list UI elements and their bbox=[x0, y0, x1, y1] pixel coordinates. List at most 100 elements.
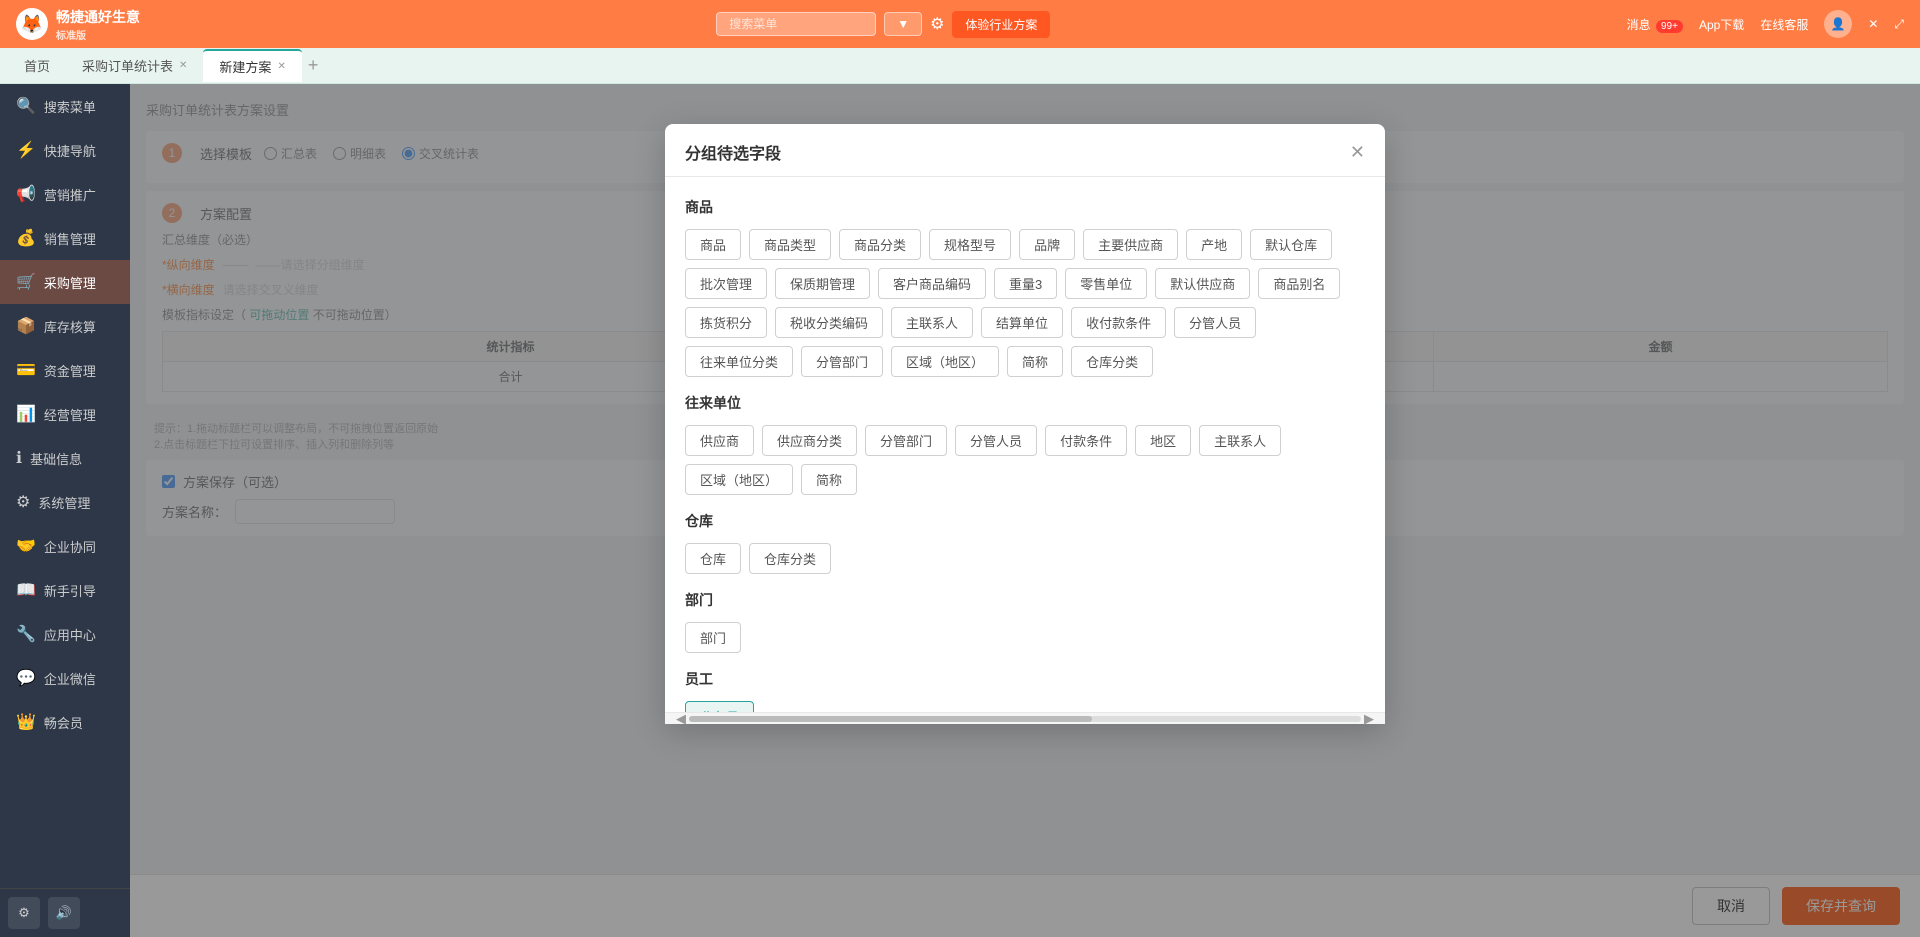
field-tag-wh-1[interactable]: 仓库分类 bbox=[749, 543, 831, 574]
section-title-employee: 员工 bbox=[685, 669, 1365, 689]
trial-btn[interactable]: 体验行业方案 bbox=[952, 11, 1050, 38]
basic-info-icon: ℹ bbox=[16, 448, 22, 468]
field-tag-wh-0[interactable]: 仓库 bbox=[685, 543, 741, 574]
scroll-left-btn[interactable]: ◀ bbox=[673, 711, 689, 727]
sidebar-bottom: ⚙ 🔊 bbox=[0, 888, 130, 937]
field-tag-cp-6[interactable]: 主联系人 bbox=[1199, 425, 1281, 456]
modal-header: 分组待选字段 ✕ bbox=[665, 124, 1385, 177]
sidebar-item-guide[interactable]: 📖 新手引导 bbox=[0, 568, 130, 612]
header-close-icon[interactable]: ✕ bbox=[1868, 17, 1878, 31]
sidebar-item-search[interactable]: 🔍 搜索菜单 bbox=[0, 84, 130, 128]
field-tag-product-1[interactable]: 商品类型 bbox=[749, 229, 831, 260]
fields-grid-counterpart: 供应商 供应商分类 分管部门 分管人员 付款条件 地区 主联系人 区域（地区） … bbox=[685, 425, 1365, 495]
field-tag-product-17[interactable]: 主联系人 bbox=[891, 307, 973, 338]
field-tag-cp-4[interactable]: 付款条件 bbox=[1045, 425, 1127, 456]
main-layout: 🔍 搜索菜单 ⚡ 快捷导航 📢 营销推广 💰 销售管理 🛒 采购管理 📦 库存核… bbox=[0, 84, 1920, 937]
fields-grid-warehouse: 仓库 仓库分类 bbox=[685, 543, 1365, 574]
sidebar-item-apps[interactable]: 🔧 应用中心 bbox=[0, 612, 130, 656]
field-tag-product-23[interactable]: 区域（地区） bbox=[891, 346, 999, 377]
tab-add-btn[interactable]: + bbox=[302, 55, 325, 76]
field-tag-product-19[interactable]: 收付款条件 bbox=[1071, 307, 1166, 338]
field-tag-cp-2[interactable]: 分管部门 bbox=[865, 425, 947, 456]
field-tag-product-8[interactable]: 批次管理 bbox=[685, 268, 767, 299]
sidebar: 🔍 搜索菜单 ⚡ 快捷导航 📢 营销推广 💰 销售管理 🛒 采购管理 📦 库存核… bbox=[0, 84, 130, 937]
field-tag-product-14[interactable]: 商品别名 bbox=[1258, 268, 1340, 299]
field-tag-product-9[interactable]: 保质期管理 bbox=[775, 268, 870, 299]
field-tag-emp-0[interactable]: 业务员 bbox=[685, 701, 754, 712]
sidebar-item-marketing[interactable]: 📢 营销推广 bbox=[0, 172, 130, 216]
sidebar-item-wechat[interactable]: 💬 企业微信 bbox=[0, 656, 130, 700]
notification-btn[interactable]: 消息 99+ bbox=[1627, 16, 1683, 33]
tab-home[interactable]: 首页 bbox=[8, 50, 66, 81]
modal-overlay: 分组待选字段 ✕ 商品 商品 商品类型 商品分类 规格型号 品牌 主要供应商 产… bbox=[130, 84, 1920, 937]
field-tag-product-25[interactable]: 仓库分类 bbox=[1071, 346, 1153, 377]
dropdown-btn[interactable]: ▼ bbox=[884, 12, 922, 36]
field-tag-cp-5[interactable]: 地区 bbox=[1135, 425, 1191, 456]
h-scroll-thumb bbox=[689, 716, 1092, 722]
header-expand-icon[interactable]: ⤢ bbox=[1894, 17, 1904, 32]
field-tag-product-0[interactable]: 商品 bbox=[685, 229, 741, 260]
field-tag-product-6[interactable]: 产地 bbox=[1186, 229, 1242, 260]
field-tag-product-7[interactable]: 默认仓库 bbox=[1250, 229, 1332, 260]
content-area: 采购订单统计表方案设置 1 选择模板 汇总表 明细表 交叉统计表 2 方案配置 bbox=[130, 84, 1920, 937]
field-tag-cp-1[interactable]: 供应商分类 bbox=[762, 425, 857, 456]
field-tag-cp-3[interactable]: 分管人员 bbox=[955, 425, 1037, 456]
field-tag-product-12[interactable]: 零售单位 bbox=[1065, 268, 1147, 299]
online-service-btn[interactable]: 在线客服 bbox=[1760, 16, 1808, 33]
settings-icon[interactable]: ⚙ bbox=[930, 14, 944, 34]
quicknav-icon: ⚡ bbox=[16, 140, 36, 160]
field-tag-cp-7[interactable]: 区域（地区） bbox=[685, 464, 793, 495]
field-tag-product-22[interactable]: 分管部门 bbox=[801, 346, 883, 377]
fields-grid-employee: 业务员 bbox=[685, 701, 1365, 712]
search-input[interactable] bbox=[716, 12, 876, 36]
field-tag-product-13[interactable]: 默认供应商 bbox=[1155, 268, 1250, 299]
tab-close-new-plan[interactable]: ✕ bbox=[277, 61, 285, 72]
system-icon: ⚙ bbox=[16, 492, 30, 512]
field-tag-product-24[interactable]: 简称 bbox=[1007, 346, 1063, 377]
field-tag-product-5[interactable]: 主要供应商 bbox=[1083, 229, 1178, 260]
finance-icon: 💳 bbox=[16, 360, 36, 380]
inventory-icon: 📦 bbox=[16, 316, 36, 336]
field-tag-product-11[interactable]: 重量3 bbox=[994, 268, 1057, 299]
field-tag-product-20[interactable]: 分管人员 bbox=[1174, 307, 1256, 338]
tab-new-plan[interactable]: 新建方案 ✕ bbox=[203, 49, 301, 82]
sidebar-item-system[interactable]: ⚙ 系统管理 bbox=[0, 480, 130, 524]
purchase-icon: 🛒 bbox=[16, 272, 36, 292]
sidebar-item-inventory[interactable]: 📦 库存核算 bbox=[0, 304, 130, 348]
avatar[interactable]: 👤 bbox=[1824, 10, 1852, 38]
field-tag-product-2[interactable]: 商品分类 bbox=[839, 229, 921, 260]
sidebar-audio-btn[interactable]: 🔊 bbox=[48, 897, 80, 929]
sidebar-item-sales[interactable]: 💰 销售管理 bbox=[0, 216, 130, 260]
sidebar-settings-btn[interactable]: ⚙ bbox=[8, 897, 40, 929]
sidebar-item-member[interactable]: 👑 畅会员 bbox=[0, 700, 130, 744]
marketing-icon: 📢 bbox=[16, 184, 36, 204]
tab-purchase-stats[interactable]: 采购订单统计表 ✕ bbox=[66, 50, 203, 81]
field-tag-cp-8[interactable]: 简称 bbox=[801, 464, 857, 495]
h-scroll-track[interactable] bbox=[689, 716, 1361, 722]
field-tag-product-4[interactable]: 品牌 bbox=[1019, 229, 1075, 260]
scroll-right-btn[interactable]: ▶ bbox=[1361, 711, 1377, 727]
sidebar-item-basic-info[interactable]: ℹ 基础信息 bbox=[0, 436, 130, 480]
modal-body[interactable]: 商品 商品 商品类型 商品分类 规格型号 品牌 主要供应商 产地 默认仓库 批次… bbox=[665, 177, 1385, 712]
top-header: 🦊 畅捷通好生意 标准版 ▼ ⚙ 体验行业方案 消息 99+ App下载 在线客… bbox=[0, 0, 1920, 48]
field-tag-product-21[interactable]: 往来单位分类 bbox=[685, 346, 793, 377]
modal-h-scrollbar[interactable]: ◀ ▶ bbox=[665, 712, 1385, 724]
tab-close-purchase[interactable]: ✕ bbox=[179, 60, 187, 71]
modal-close-btn[interactable]: ✕ bbox=[1350, 143, 1365, 161]
sidebar-item-quicknav[interactable]: ⚡ 快捷导航 bbox=[0, 128, 130, 172]
sidebar-item-operations[interactable]: 📊 经营管理 bbox=[0, 392, 130, 436]
field-tag-product-3[interactable]: 规格型号 bbox=[929, 229, 1011, 260]
notification-badge: 99+ bbox=[1656, 20, 1683, 33]
field-tag-cp-0[interactable]: 供应商 bbox=[685, 425, 754, 456]
field-tag-product-10[interactable]: 客户商品编码 bbox=[878, 268, 986, 299]
field-tag-product-18[interactable]: 结算单位 bbox=[981, 307, 1063, 338]
sidebar-item-cooperation[interactable]: 🤝 企业协同 bbox=[0, 524, 130, 568]
field-tag-dept-0[interactable]: 部门 bbox=[685, 622, 741, 653]
sidebar-item-purchase[interactable]: 🛒 采购管理 bbox=[0, 260, 130, 304]
app-download-btn[interactable]: App下载 bbox=[1699, 16, 1744, 33]
tab-bar: 首页 采购订单统计表 ✕ 新建方案 ✕ + bbox=[0, 48, 1920, 84]
sidebar-item-finance[interactable]: 💳 资金管理 bbox=[0, 348, 130, 392]
modal: 分组待选字段 ✕ 商品 商品 商品类型 商品分类 规格型号 品牌 主要供应商 产… bbox=[665, 124, 1385, 724]
field-tag-product-15[interactable]: 拣货积分 bbox=[685, 307, 767, 338]
field-tag-product-16[interactable]: 税收分类编码 bbox=[775, 307, 883, 338]
